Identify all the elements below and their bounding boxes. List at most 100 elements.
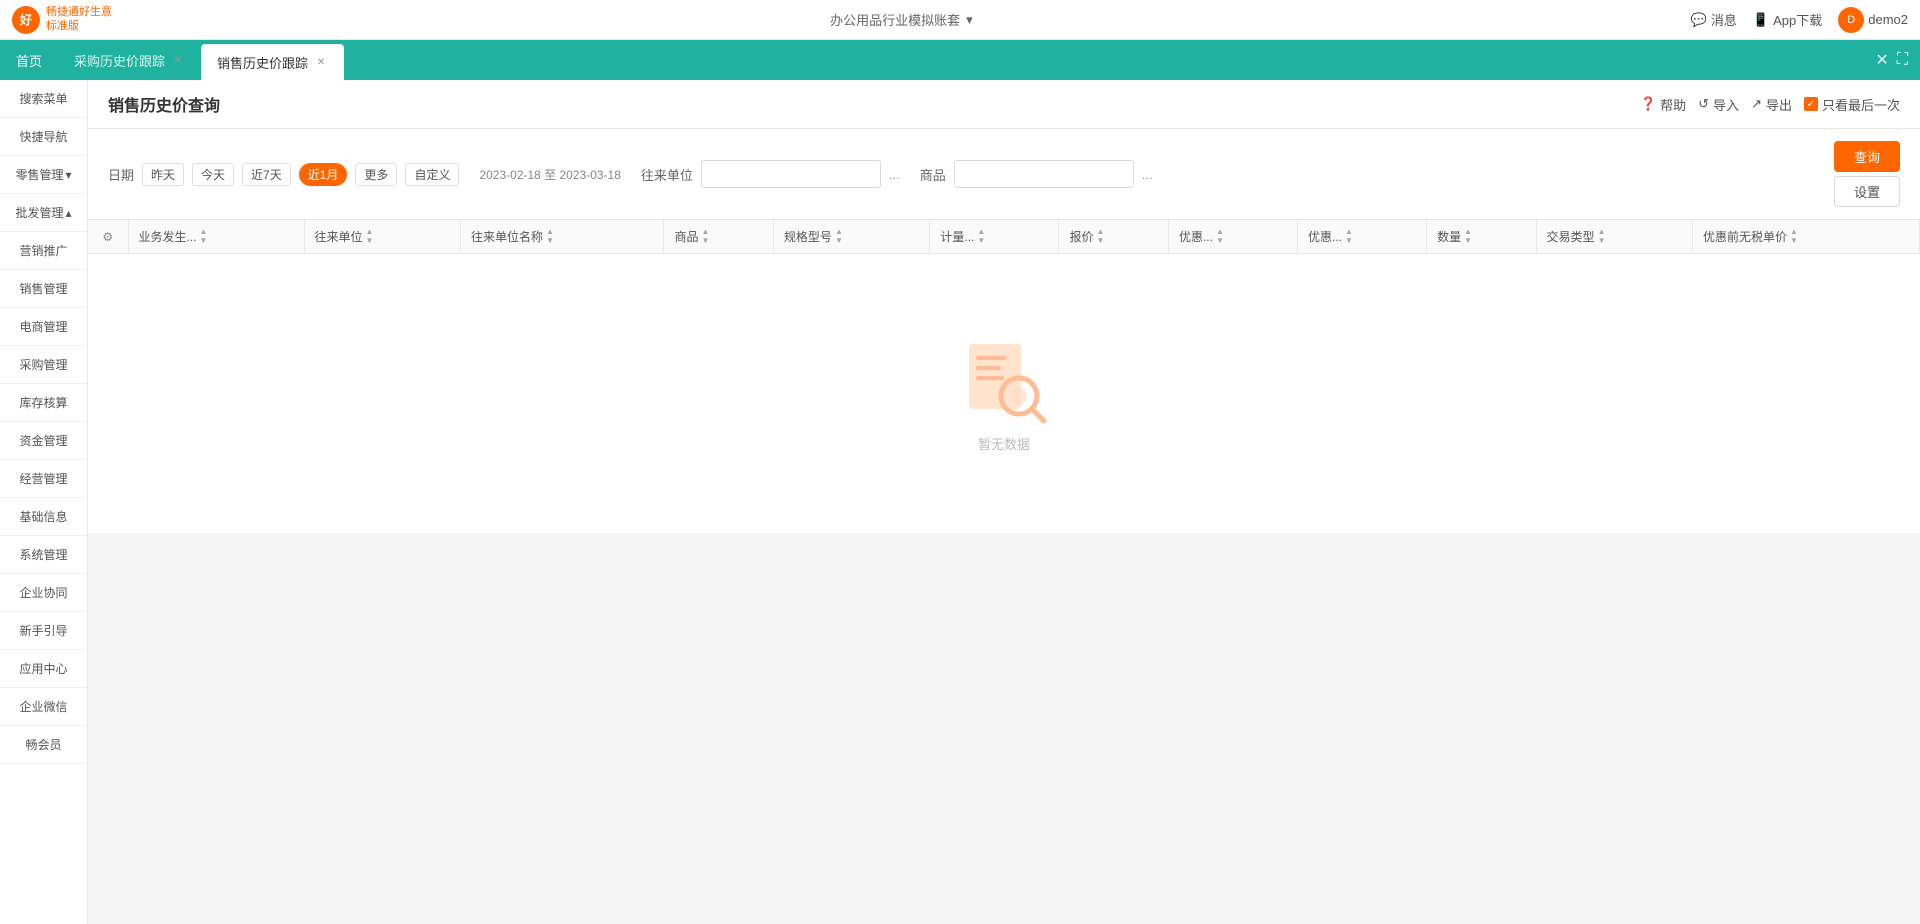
sidebar-item-new-guide[interactable]: 新手引导 [0, 612, 87, 650]
avatar: D [1838, 7, 1864, 33]
filter-row: 日期 昨天 今天 近7天 近1月 更多 自定义 2023-02-18 至 202… [108, 141, 1900, 207]
sort-arrows-cp-name[interactable]: ▲ ▼ [546, 228, 554, 245]
col-goods: 商品 ▲ ▼ [664, 220, 773, 254]
help-icon: ❓ [1640, 96, 1656, 112]
table-header-row: ⚙ 业务发生... ▲ ▼ [88, 220, 1920, 254]
sort-arrows-quantity[interactable]: ▲ ▼ [1464, 228, 1472, 245]
sort-arrows-trade-type[interactable]: ▲ ▼ [1598, 228, 1606, 245]
sidebar-item-basic-info[interactable]: 基础信息 [0, 498, 87, 536]
import-icon: ↺ [1698, 96, 1709, 112]
sidebar-item-sales-mgmt[interactable]: 销售管理 [0, 270, 87, 308]
sort-arrows-discount1[interactable]: ▲ ▼ [1216, 228, 1224, 245]
chevron-down-icon: ▾ [65, 168, 71, 182]
user-avatar[interactable]: D demo2 [1838, 7, 1908, 33]
filter-actions: 查询 设置 [1834, 141, 1900, 207]
sidebar-item-marketing[interactable]: 营销推广 [0, 232, 87, 270]
export-icon: ↗ [1751, 96, 1762, 112]
date-btn-custom[interactable]: 自定义 [405, 163, 459, 186]
goods-filter-group: 商品 ... [920, 160, 1153, 188]
date-btn-1month[interactable]: 近1月 [299, 163, 348, 186]
page-header: 销售历史价查询 ❓ 帮助 ↺ 导入 ↗ 导出 ✓ 只看最后一次 [88, 80, 1920, 129]
sort-arrows-unit[interactable]: ▲ ▼ [977, 228, 985, 245]
top-bar: 好 畅捷通好生意 标准版 办公用品行业模拟账套 ▾ 💬 消息 📱 App下载 D… [0, 0, 1920, 40]
sidebar-item-operations[interactable]: 经营管理 [0, 460, 87, 498]
empty-state: 暂无数据 [88, 254, 1920, 533]
col-counterparty-code: 往来单位 ▲ ▼ [304, 220, 460, 254]
empty-illustration [954, 334, 1054, 434]
data-table: ⚙ 业务发生... ▲ ▼ [88, 220, 1920, 254]
col-pre-tax-price: 优惠前无税单价 ▲ ▼ [1693, 220, 1920, 254]
table-header: ⚙ 业务发生... ▲ ▼ [88, 220, 1920, 254]
counterparty-filter-group: 往来单位 ... [641, 160, 900, 188]
goods-label: 商品 [920, 165, 946, 184]
query-button[interactable]: 查询 [1834, 141, 1900, 172]
sidebar-item-enterprise-wechat[interactable]: 企业微信 [0, 688, 87, 726]
logo-icon: 好 [12, 6, 40, 34]
filter-area: 日期 昨天 今天 近7天 近1月 更多 自定义 2023-02-18 至 202… [88, 129, 1920, 220]
expand-btn[interactable]: ⛶ [1897, 51, 1908, 69]
sidebar-item-retail[interactable]: 零售管理 ▾ [0, 156, 87, 194]
checkbox-icon: ✓ [1804, 97, 1818, 111]
chevron-up-icon: ▴ [65, 206, 71, 220]
import-btn[interactable]: ↺ 导入 [1698, 95, 1739, 114]
sidebar-item-vip[interactable]: 畅会员 [0, 726, 87, 764]
sidebar-item-ecommerce[interactable]: 电商管理 [0, 308, 87, 346]
settings-button[interactable]: 设置 [1834, 176, 1900, 207]
sidebar-item-quick-nav[interactable]: 快捷导航 [0, 118, 87, 156]
tab-home[interactable]: 首页 [0, 40, 58, 80]
logo-text: 畅捷通好生意 标准版 [46, 6, 112, 32]
date-btn-7days[interactable]: 近7天 [242, 163, 291, 186]
date-filter-group: 日期 昨天 今天 近7天 近1月 更多 自定义 [108, 163, 459, 186]
page-actions: ❓ 帮助 ↺ 导入 ↗ 导出 ✓ 只看最后一次 [1640, 95, 1900, 114]
date-range-text: 2023-02-18 至 2023-03-18 [479, 166, 620, 183]
sidebar-item-inventory[interactable]: 库存核算 [0, 384, 87, 422]
date-btn-more[interactable]: 更多 [355, 163, 397, 186]
app-download-btn[interactable]: 📱 App下载 [1753, 10, 1822, 29]
date-btn-yesterday[interactable]: 昨天 [142, 163, 184, 186]
message-icon: 💬 [1691, 12, 1707, 28]
export-btn[interactable]: ↗ 导出 [1751, 95, 1792, 114]
sort-arrows-goods[interactable]: ▲ ▼ [701, 228, 709, 245]
counterparty-input[interactable] [701, 160, 881, 188]
sidebar-item-app-center[interactable]: 应用中心 [0, 650, 87, 688]
sort-arrows-spec[interactable]: ▲ ▼ [835, 228, 843, 245]
sort-arrows-quote[interactable]: ▲ ▼ [1096, 228, 1104, 245]
col-quote: 报价 ▲ ▼ [1059, 220, 1168, 254]
col-settings[interactable]: ⚙ [88, 220, 128, 254]
sidebar-item-finance[interactable]: 资金管理 [0, 422, 87, 460]
help-btn[interactable]: ❓ 帮助 [1640, 95, 1686, 114]
col-spec: 规格型号 ▲ ▼ [773, 220, 929, 254]
table-container: ⚙ 业务发生... ▲ ▼ [88, 220, 1920, 533]
col-quantity: 数量 ▲ ▼ [1427, 220, 1536, 254]
date-btn-today[interactable]: 今天 [192, 163, 234, 186]
settings-gear-icon[interactable]: ⚙ [102, 230, 113, 244]
empty-text: 暂无数据 [978, 434, 1030, 453]
only-last-checkbox[interactable]: ✓ 只看最后一次 [1804, 95, 1900, 114]
message-btn[interactable]: 💬 消息 [1691, 10, 1737, 29]
sort-arrows-biz-date[interactable]: ▲ ▼ [200, 228, 208, 245]
tab-sales-close[interactable]: ✕ [314, 55, 328, 69]
col-discount1: 优惠... ▲ ▼ [1168, 220, 1297, 254]
sidebar-item-system[interactable]: 系统管理 [0, 536, 87, 574]
logo-area: 好 畅捷通好生意 标准版 [12, 6, 112, 34]
sidebar-item-wholesale[interactable]: 批发管理 ▴ [0, 194, 87, 232]
tab-purchase[interactable]: 采购历史价跟踪 ✕ [58, 40, 201, 80]
counterparty-dots[interactable]: ... [889, 167, 900, 182]
sort-arrows-pre-tax-price[interactable]: ▲ ▼ [1790, 228, 1798, 245]
sidebar-item-search-menu[interactable]: 搜索菜单 [0, 80, 87, 118]
close-all-tabs-btn[interactable]: ✕ [1875, 50, 1888, 70]
goods-input[interactable] [954, 160, 1134, 188]
tab-sales[interactable]: 销售历史价跟踪 ✕ [201, 44, 344, 80]
main-layout: 搜索菜单 快捷导航 零售管理 ▾ 批发管理 ▴ 营销推广 销售管理 电商管理 采… [0, 80, 1920, 924]
sidebar: 搜索菜单 快捷导航 零售管理 ▾ 批发管理 ▴ 营销推广 销售管理 电商管理 采… [0, 80, 88, 924]
sort-arrows-cp-code[interactable]: ▲ ▼ [366, 228, 374, 245]
sidebar-item-enterprise-coop[interactable]: 企业协同 [0, 574, 87, 612]
goods-dots[interactable]: ... [1142, 167, 1153, 182]
date-label: 日期 [108, 165, 134, 184]
phone-icon: 📱 [1753, 12, 1769, 28]
tab-purchase-close[interactable]: ✕ [171, 53, 185, 67]
industry-selector[interactable]: 办公用品行业模拟账套 ▾ [830, 10, 973, 29]
sidebar-item-purchase[interactable]: 采购管理 [0, 346, 87, 384]
sort-arrows-discount2[interactable]: ▲ ▼ [1345, 228, 1353, 245]
col-trade-type: 交易类型 ▲ ▼ [1536, 220, 1692, 254]
